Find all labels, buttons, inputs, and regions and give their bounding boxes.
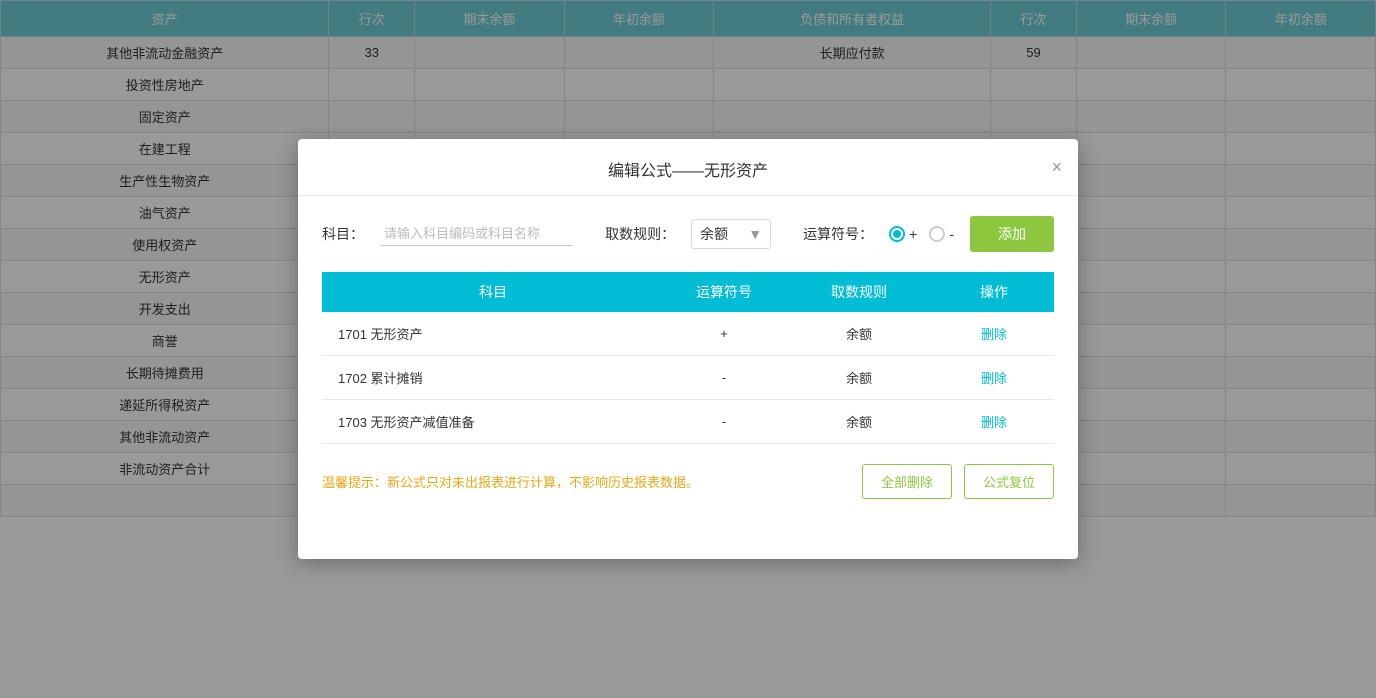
- formula-subject-cell: 1701 无形资产: [322, 312, 664, 356]
- footer-buttons: 全部删除 公式复位: [862, 464, 1054, 499]
- formula-subject-cell: 1702 累计摊销: [322, 356, 664, 400]
- operator-label: 运算符号：: [803, 224, 873, 244]
- operator-plus-label: +: [909, 226, 917, 242]
- operator-plus-radio[interactable]: +: [889, 226, 917, 242]
- table-col-rule: 取数规则: [784, 272, 934, 312]
- dropdown-arrow-icon: ▼: [748, 226, 762, 242]
- rule-value: 余额: [700, 224, 728, 244]
- modal-overlay: 编辑公式——无形资产 × 科目： 取数规则： 余额 ▼ 运算符号： + -: [0, 0, 1376, 698]
- formula-row: 1701 无形资产 + 余额 删除: [322, 312, 1054, 356]
- formula-subject-cell: 1703 无形资产减值准备: [322, 400, 664, 444]
- delete-link[interactable]: 删除: [981, 327, 1007, 342]
- modal-title: 编辑公式——无形资产: [608, 157, 768, 181]
- table-col-action: 操作: [934, 272, 1054, 312]
- operator-radio-group: + -: [889, 226, 954, 242]
- formula-action-cell: 删除: [934, 312, 1054, 356]
- formula-rule-cell: 余额: [784, 400, 934, 444]
- add-button[interactable]: 添加: [970, 216, 1054, 252]
- formula-row: 1702 累计摊销 - 余额 删除: [322, 356, 1054, 400]
- modal-close-button[interactable]: ×: [1051, 158, 1062, 176]
- formula-table: 科目 运算符号 取数规则 操作 1701 无形资产 + 余额 删除 1702 累…: [322, 272, 1054, 444]
- radio-circle-minus: [929, 226, 945, 242]
- operator-minus-radio[interactable]: -: [929, 226, 954, 242]
- edit-formula-modal: 编辑公式——无形资产 × 科目： 取数规则： 余额 ▼ 运算符号： + -: [298, 139, 1078, 559]
- formula-rule-cell: 余额: [784, 312, 934, 356]
- formula-row: 1703 无形资产减值准备 - 余额 删除: [322, 400, 1054, 444]
- formula-table-wrap: 科目 运算符号 取数规则 操作 1701 无形资产 + 余额 删除 1702 累…: [298, 272, 1078, 444]
- formula-operator-cell: -: [664, 400, 784, 444]
- operator-minus-label: -: [949, 226, 954, 242]
- reset-formula-button[interactable]: 公式复位: [964, 464, 1054, 499]
- tip-text: 温馨提示：新公式只对未出报表进行计算，不影响历史报表数据。: [322, 472, 699, 491]
- rule-label: 取数规则：: [605, 224, 675, 244]
- delete-all-button[interactable]: 全部删除: [862, 464, 952, 499]
- formula-operator-cell: +: [664, 312, 784, 356]
- formula-operator-cell: -: [664, 356, 784, 400]
- table-col-subject: 科目: [322, 272, 664, 312]
- delete-link[interactable]: 删除: [981, 371, 1007, 386]
- formula-form-row: 科目： 取数规则： 余额 ▼ 运算符号： + - 添加: [298, 196, 1078, 272]
- rule-select[interactable]: 余额 ▼: [691, 219, 771, 249]
- radio-circle-plus: [889, 226, 905, 242]
- modal-footer: 温馨提示：新公式只对未出报表进行计算，不影响历史报表数据。 全部删除 公式复位: [298, 444, 1078, 499]
- delete-link[interactable]: 删除: [981, 415, 1007, 430]
- subject-input[interactable]: [380, 222, 573, 246]
- subject-label: 科目：: [322, 224, 364, 244]
- formula-rule-cell: 余额: [784, 356, 934, 400]
- formula-action-cell: 删除: [934, 356, 1054, 400]
- modal-header: 编辑公式——无形资产 ×: [298, 139, 1078, 196]
- table-col-operator: 运算符号: [664, 272, 784, 312]
- formula-action-cell: 删除: [934, 400, 1054, 444]
